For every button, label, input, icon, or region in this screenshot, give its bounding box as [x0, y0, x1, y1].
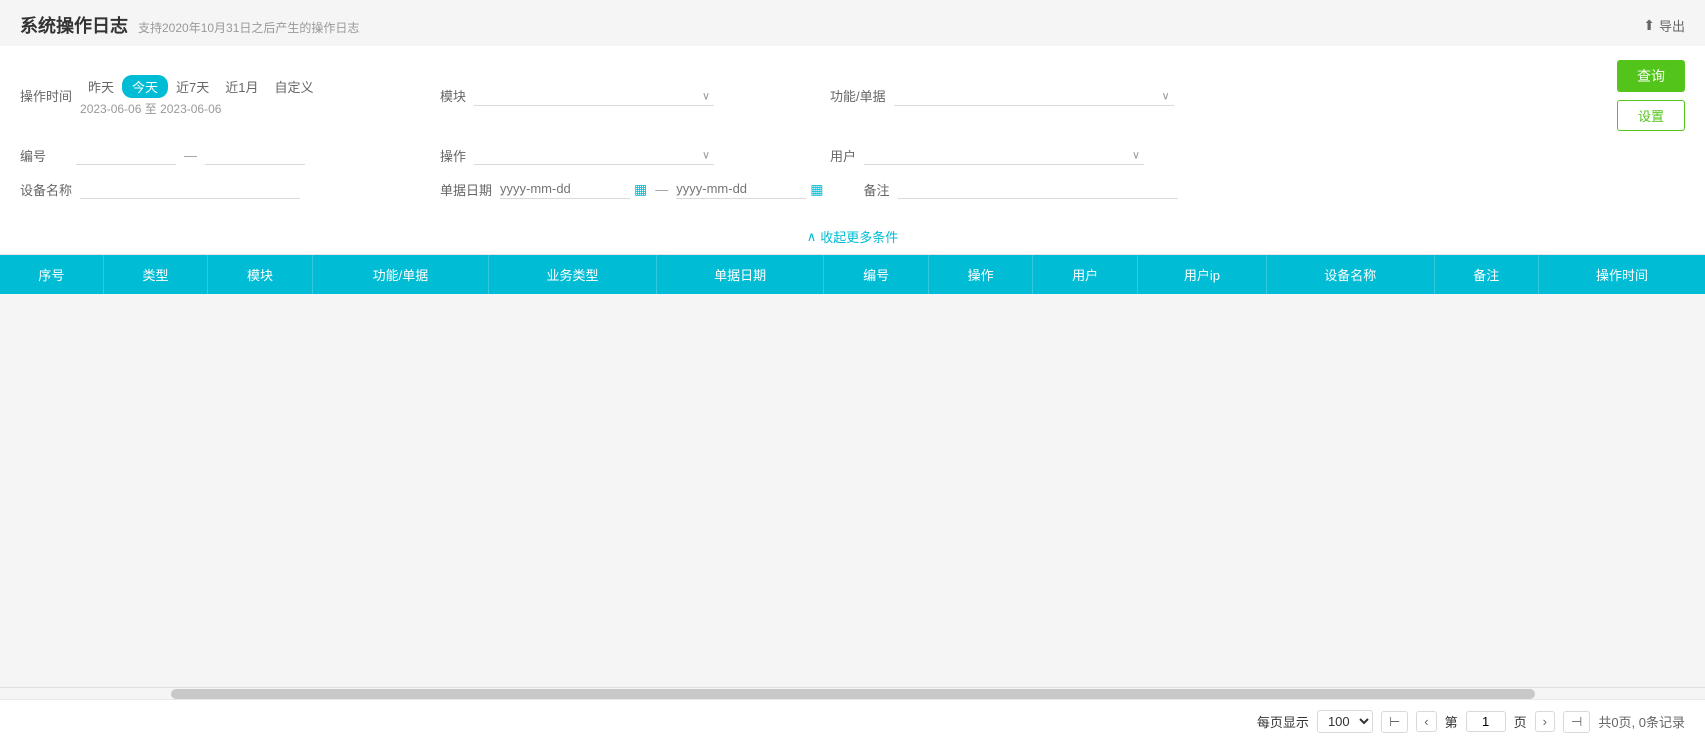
time-btn-yesterday[interactable]: 昨天: [80, 75, 122, 98]
total-info: 共0页, 0条记录: [1598, 712, 1685, 731]
date-start-input[interactable]: [500, 179, 630, 199]
filter-row-1: 操作时间 昨天 今天 近7天 近1月 自定义 2023-06-06 至 2023…: [20, 60, 1685, 131]
filter-row-2: 编号 — 操作 ∨ 用户 ∨: [20, 145, 1685, 165]
time-btn-custom[interactable]: 自定义: [267, 75, 322, 98]
export-button[interactable]: ⬆ 导出: [1643, 16, 1685, 35]
page-subtitle: 支持2020年10月31日之后产生的操作日志: [138, 19, 359, 36]
time-filter-group: 昨天 今天 近7天 近1月 自定义: [80, 75, 322, 98]
page-unit: 页: [1514, 712, 1527, 731]
page-number-input[interactable]: [1466, 711, 1506, 732]
date-range-dash: —: [655, 182, 668, 197]
time-btn-1month[interactable]: 近1月: [217, 75, 266, 98]
collapse-label: 收起更多条件: [820, 227, 898, 246]
action-buttons: 查询 设置: [1597, 60, 1685, 131]
code-dash: —: [184, 148, 197, 163]
col-function: 功能/单据: [312, 255, 488, 294]
prev-page-button[interactable]: ‹: [1416, 711, 1436, 732]
col-date: 单据日期: [656, 255, 824, 294]
code-end-input[interactable]: [205, 145, 305, 165]
col-device: 设备名称: [1266, 255, 1434, 294]
function-cell: 功能/单据 ∨: [830, 86, 1597, 106]
date-end-input[interactable]: [676, 179, 806, 199]
date-end-calendar-icon[interactable]: ▦: [810, 181, 823, 198]
first-page-button[interactable]: ⊢: [1381, 711, 1408, 733]
time-btn-today[interactable]: 今天: [122, 75, 168, 98]
pagination-bar: 每页显示 100 50 200 ⊢ ‹ 第 页 › ⊣ 共0页, 0条记录: [0, 699, 1705, 743]
filter-row-3: 设备名称 单据日期 ▦ — ▦ 备注: [20, 179, 1685, 199]
col-biztype: 业务类型: [489, 255, 657, 294]
col-operation: 操作: [928, 255, 1032, 294]
date-cell: 单据日期 ▦ — ▦: [440, 179, 823, 199]
col-index: 序号: [0, 255, 103, 294]
export-icon: ⬆: [1643, 17, 1655, 34]
page-label: 第: [1445, 712, 1458, 731]
operation-label: 操作: [440, 146, 466, 165]
last-page-button[interactable]: ⊣: [1563, 711, 1590, 733]
col-user: 用户: [1033, 255, 1137, 294]
user-input[interactable]: [864, 145, 1144, 165]
time-filter-cell: 操作时间 昨天 今天 近7天 近1月 自定义 2023-06-06 至 2023…: [20, 75, 400, 117]
operation-cell: 操作 ∨: [440, 145, 790, 165]
horizontal-scrollbar[interactable]: [0, 687, 1705, 699]
data-table: 序号 类型 模块 功能/单据 业务类型 单据日期 编号 操作 用户 用户ip 设…: [0, 255, 1705, 294]
collapse-bar[interactable]: ∧ 收起更多条件: [0, 219, 1705, 255]
next-page-button[interactable]: ›: [1535, 711, 1555, 732]
user-label: 用户: [830, 146, 856, 165]
remark-input[interactable]: [898, 179, 1178, 199]
table-header-row: 序号 类型 模块 功能/单据 业务类型 单据日期 编号 操作 用户 用户ip 设…: [0, 255, 1705, 294]
operation-input[interactable]: [474, 145, 714, 165]
scrollbar-thumb: [171, 689, 1535, 699]
device-cell: 设备名称: [20, 179, 400, 199]
col-remark: 备注: [1434, 255, 1538, 294]
col-code: 编号: [824, 255, 928, 294]
function-label: 功能/单据: [830, 86, 886, 105]
col-userip: 用户ip: [1137, 255, 1266, 294]
code-start-input[interactable]: [76, 145, 176, 165]
time-btn-7days[interactable]: 近7天: [168, 75, 217, 98]
filter-section: 操作时间 昨天 今天 近7天 近1月 自定义 2023-06-06 至 2023…: [0, 46, 1705, 219]
user-cell: 用户 ∨: [830, 145, 1565, 165]
module-label: 模块: [440, 86, 466, 105]
export-label: 导出: [1659, 16, 1685, 35]
date-label: 单据日期: [440, 180, 492, 199]
per-page-select[interactable]: 100 50 200: [1317, 710, 1373, 733]
device-label: 设备名称: [20, 180, 72, 199]
col-module: 模块: [208, 255, 312, 294]
remark-cell: 备注: [863, 179, 1565, 199]
code-cell: 编号 —: [20, 145, 400, 165]
function-input[interactable]: [894, 86, 1174, 106]
query-button[interactable]: 查询: [1617, 60, 1685, 92]
page-header: 系统操作日志 支持2020年10月31日之后产生的操作日志 ⬆ 导出: [0, 0, 1705, 46]
col-type: 类型: [103, 255, 207, 294]
page-title: 系统操作日志: [20, 12, 128, 38]
module-cell: 模块 ∨: [440, 86, 790, 106]
table-container: 序号 类型 模块 功能/单据 业务类型 单据日期 编号 操作 用户 用户ip 设…: [0, 255, 1705, 687]
remark-label: 备注: [863, 180, 889, 199]
collapse-icon: ∧: [807, 229, 817, 245]
time-label: 操作时间: [20, 86, 72, 105]
code-label: 编号: [20, 146, 68, 165]
col-optime: 操作时间: [1539, 255, 1705, 294]
device-input[interactable]: [80, 179, 300, 199]
date-start-calendar-icon[interactable]: ▦: [634, 181, 647, 198]
time-range-display: 2023-06-06 至 2023-06-06: [80, 100, 322, 117]
module-input[interactable]: [474, 86, 714, 106]
settings-button[interactable]: 设置: [1617, 100, 1685, 131]
per-page-label: 每页显示: [1257, 712, 1309, 731]
